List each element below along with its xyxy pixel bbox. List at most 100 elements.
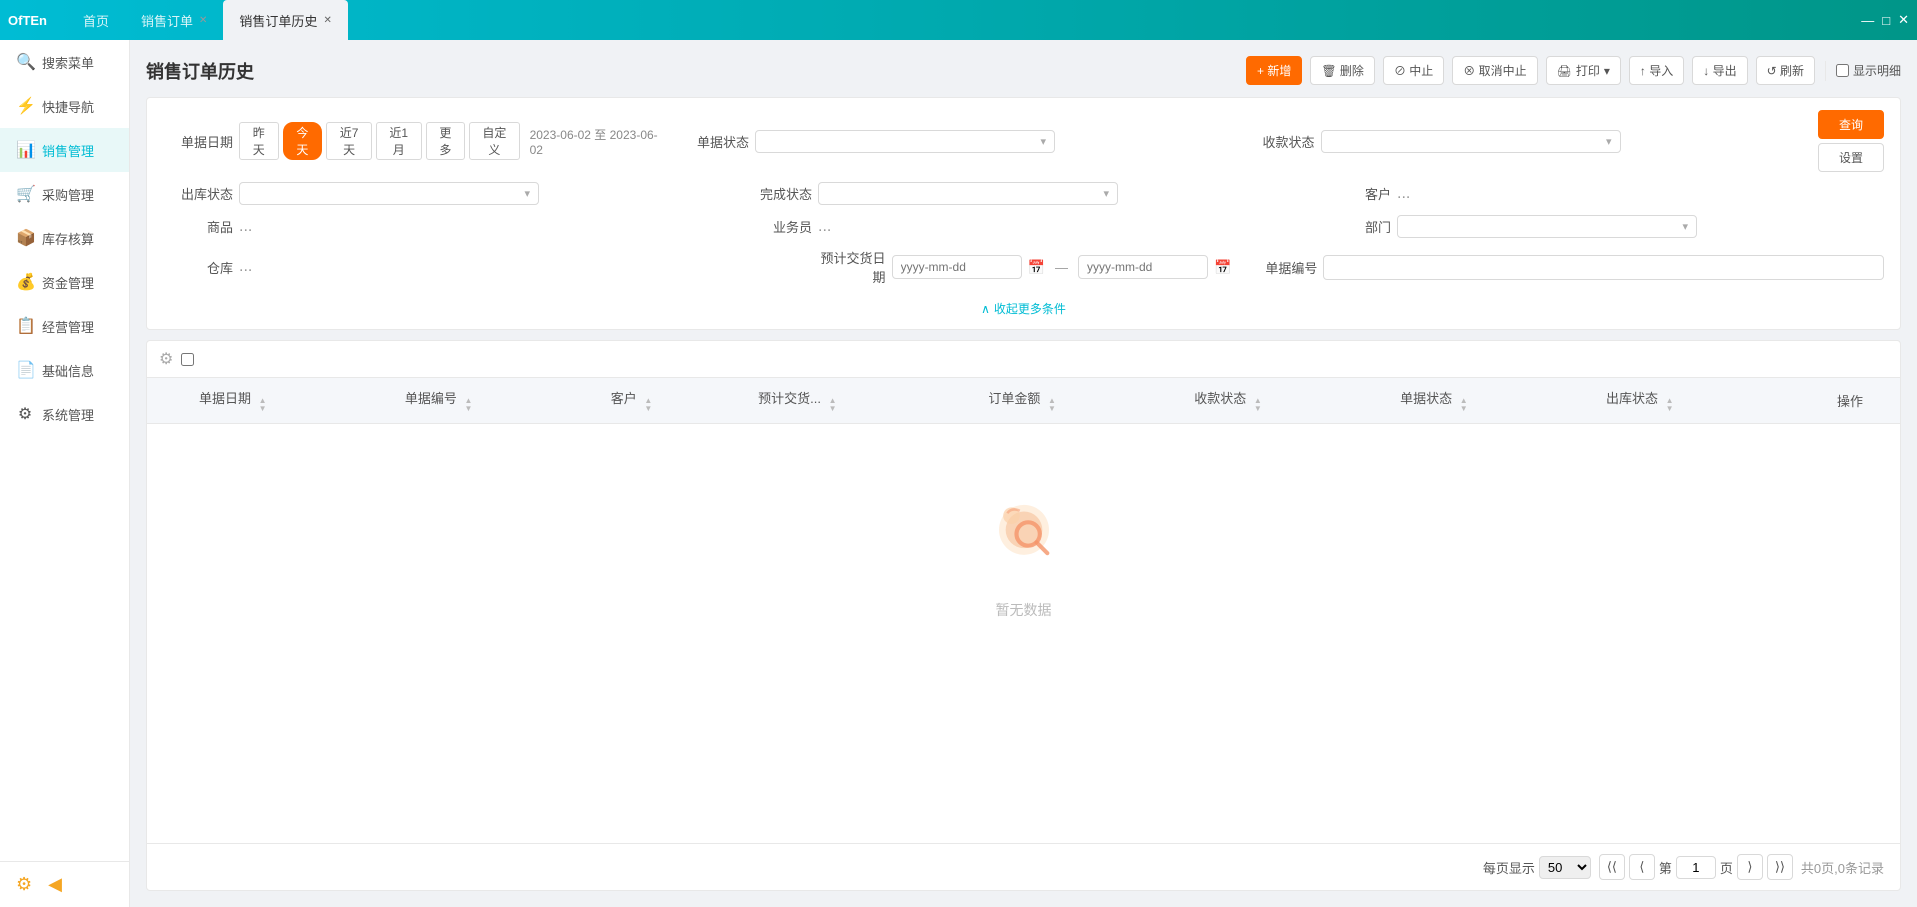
date-btn-last1month[interactable]: 近1月	[376, 122, 422, 160]
complete-select[interactable]: ▾	[818, 182, 1118, 205]
sidebar-item-sys-mgmt[interactable]: ⚙ 系统管理	[0, 392, 129, 436]
sidebar-collapse-icon[interactable]: ◀	[48, 874, 62, 895]
sidebar-item-purchase-mgmt[interactable]: 🛒 采购管理	[0, 172, 129, 216]
collapse-up-icon: ∧	[981, 302, 990, 316]
dept-filter-item: 部门 ▾	[1321, 215, 1884, 238]
doc-status-label: 单据状态	[679, 132, 749, 151]
settings-button[interactable]: 设置	[1818, 143, 1884, 172]
tab-home[interactable]: 首页	[67, 0, 125, 40]
new-button[interactable]: + 新增	[1246, 56, 1302, 85]
cancel-stop-button[interactable]: ⊗ 取消中止	[1452, 56, 1537, 85]
pagination: 每页显示 10 20 50 100 ⟨⟨ ⟨ 第 页 ⟩ ⟩⟩	[147, 843, 1900, 890]
per-page-select[interactable]: 10 20 50 100	[1539, 856, 1591, 879]
tab-sales-order-close[interactable]: ✕	[199, 15, 207, 26]
table-gear-icon[interactable]: ⚙	[159, 349, 173, 369]
complete-label: 完成状态	[742, 184, 812, 203]
close-button[interactable]: ✕	[1898, 12, 1909, 28]
page-number-input[interactable]	[1676, 856, 1716, 879]
page-prev-button[interactable]: ⟨	[1629, 854, 1655, 880]
date-btn-custom[interactable]: 自定义	[469, 122, 519, 160]
doc-number-filter-item: 单据编号	[1247, 255, 1884, 280]
customer-dots[interactable]: ...	[1397, 185, 1410, 203]
table-section: ⚙ 单据日期 ▲▼ 单据编号 ▲▼	[146, 340, 1901, 891]
th-doc-date[interactable]: 单据日期 ▲▼	[187, 378, 393, 424]
page-label: 页	[1720, 858, 1733, 877]
th-expected-delivery[interactable]: 预计交货... ▲▼	[746, 378, 976, 424]
sidebar-item-search-menu[interactable]: 🔍 搜索菜单	[0, 40, 129, 84]
pay-status-select[interactable]: ▾	[1321, 130, 1621, 153]
export-button[interactable]: ↓ 导出	[1692, 56, 1747, 85]
doc-status-select[interactable]: ▾	[755, 130, 1055, 153]
out-stock-label: 出库状态	[163, 184, 233, 203]
select-all-checkbox[interactable]	[181, 353, 194, 366]
page-next-button[interactable]: ⟩	[1737, 854, 1763, 880]
toolbar: + 新增 🗑 删除 ⊘ 中止 ⊗ 取消中止 🖨 打印 ▾ ↑ 导入 ↓ 导出 ↺…	[1246, 56, 1901, 85]
delivery-date-to[interactable]	[1078, 255, 1208, 279]
sidebar-item-finance-mgmt[interactable]: 💰 资金管理	[0, 260, 129, 304]
sidebar-item-purchase-mgmt-label: 采购管理	[42, 185, 94, 204]
th-out-stock-status[interactable]: 出库状态 ▲▼	[1594, 378, 1800, 424]
sidebar-item-basic-info-label: 基础信息	[42, 361, 94, 380]
per-page-label: 每页显示	[1483, 858, 1535, 877]
sidebar-item-ops-mgmt[interactable]: 📋 经营管理	[0, 304, 129, 348]
sort-icon-order-amount: ▲▼	[1048, 397, 1056, 413]
sidebar-item-search-menu-label: 搜索菜单	[42, 53, 94, 72]
date-btn-more[interactable]: 更多	[426, 122, 466, 160]
th-expected-delivery-label: 预计交货...	[758, 391, 821, 406]
th-doc-number[interactable]: 单据编号 ▲▼	[393, 378, 599, 424]
sort-icon-doc-status: ▲▼	[1460, 397, 1468, 413]
warehouse-dots[interactable]: ...	[239, 258, 252, 276]
stop-button[interactable]: ⊘ 中止	[1383, 56, 1444, 85]
out-stock-select[interactable]: ▾	[239, 182, 539, 205]
doc-number-input[interactable]	[1323, 255, 1884, 280]
sidebar-item-quick-nav[interactable]: ⚡ 快捷导航	[0, 84, 129, 128]
page-first-button[interactable]: ⟨⟨	[1599, 854, 1625, 880]
date-btn-today[interactable]: 今天	[283, 122, 323, 160]
out-stock-filter-item: 出库状态 ▾	[163, 182, 726, 205]
tab-sales-order[interactable]: 销售订单 ✕	[125, 0, 223, 40]
salesman-dots[interactable]: ...	[818, 218, 831, 236]
calendar-to-icon[interactable]: 📅	[1214, 259, 1231, 276]
date-btn-yesterday[interactable]: 昨天	[239, 122, 279, 160]
sidebar-item-sales-mgmt[interactable]: 📊 销售管理	[0, 128, 129, 172]
sidebar-item-inventory-check[interactable]: 📦 库存核算	[0, 216, 129, 260]
minimize-button[interactable]: —	[1861, 13, 1874, 28]
delete-button[interactable]: 🗑 删除	[1310, 56, 1375, 85]
maximize-button[interactable]: □	[1882, 13, 1890, 28]
th-pay-status[interactable]: 收款状态 ▲▼	[1182, 378, 1388, 424]
brand-logo: OfTEn	[8, 13, 47, 28]
calendar-from-icon[interactable]: 📅	[1028, 259, 1045, 276]
tab-sales-order-history[interactable]: 销售订单历史 ✕	[223, 0, 347, 40]
refresh-button[interactable]: ↺ 刷新	[1756, 56, 1815, 85]
print-button[interactable]: 🖨 打印 ▾	[1546, 56, 1621, 85]
table-toolbar: ⚙	[147, 341, 1900, 378]
sort-icon-pay-status: ▲▼	[1254, 397, 1262, 413]
total-info: 共0页,0条记录	[1801, 858, 1884, 877]
th-doc-status[interactable]: 单据状态 ▲▼	[1388, 378, 1594, 424]
salesman-label: 业务员	[742, 217, 812, 236]
page-header: 销售订单历史 + 新增 🗑 删除 ⊘ 中止 ⊗ 取消中止 🖨 打印 ▾ ↑ 导入…	[146, 56, 1901, 85]
show-cols-checkbox[interactable]	[1836, 64, 1849, 77]
th-doc-date-label: 单据日期	[199, 391, 251, 406]
tab-sales-order-history-close[interactable]: ✕	[323, 15, 331, 26]
th-customer[interactable]: 客户 ▲▼	[599, 378, 746, 424]
date-range-display: 2023-06-02 至 2023-06-02	[530, 126, 663, 157]
sidebar-settings-icon[interactable]: ⚙	[16, 874, 32, 895]
show-cols-text: 显示明细	[1853, 62, 1901, 79]
th-order-amount[interactable]: 订单金额 ▲▼	[976, 378, 1182, 424]
goods-dots[interactable]: ...	[239, 218, 252, 236]
delivery-date-from[interactable]	[892, 255, 1022, 279]
import-button[interactable]: ↑ 导入	[1629, 56, 1684, 85]
page-last-button[interactable]: ⟩⟩	[1767, 854, 1793, 880]
main-layout: 🔍 搜索菜单 ⚡ 快捷导航 📊 销售管理 🛒 采购管理 📦 库存核算 💰 资金管…	[0, 40, 1917, 907]
query-button[interactable]: 查询	[1818, 110, 1884, 139]
collapse-row[interactable]: ∧ 收起更多条件	[163, 296, 1884, 317]
pay-status-label: 收款状态	[1245, 132, 1315, 151]
sidebar-item-ops-mgmt-label: 经营管理	[42, 317, 94, 336]
print-dropdown-icon: ▾	[1604, 64, 1610, 78]
tab-sales-order-label: 销售订单	[141, 11, 193, 30]
dept-select[interactable]: ▾	[1397, 215, 1697, 238]
sidebar-item-basic-info[interactable]: 📄 基础信息	[0, 348, 129, 392]
expected-delivery-label: 预计交货日期	[816, 248, 886, 286]
date-btn-last7days[interactable]: 近7天	[326, 122, 372, 160]
